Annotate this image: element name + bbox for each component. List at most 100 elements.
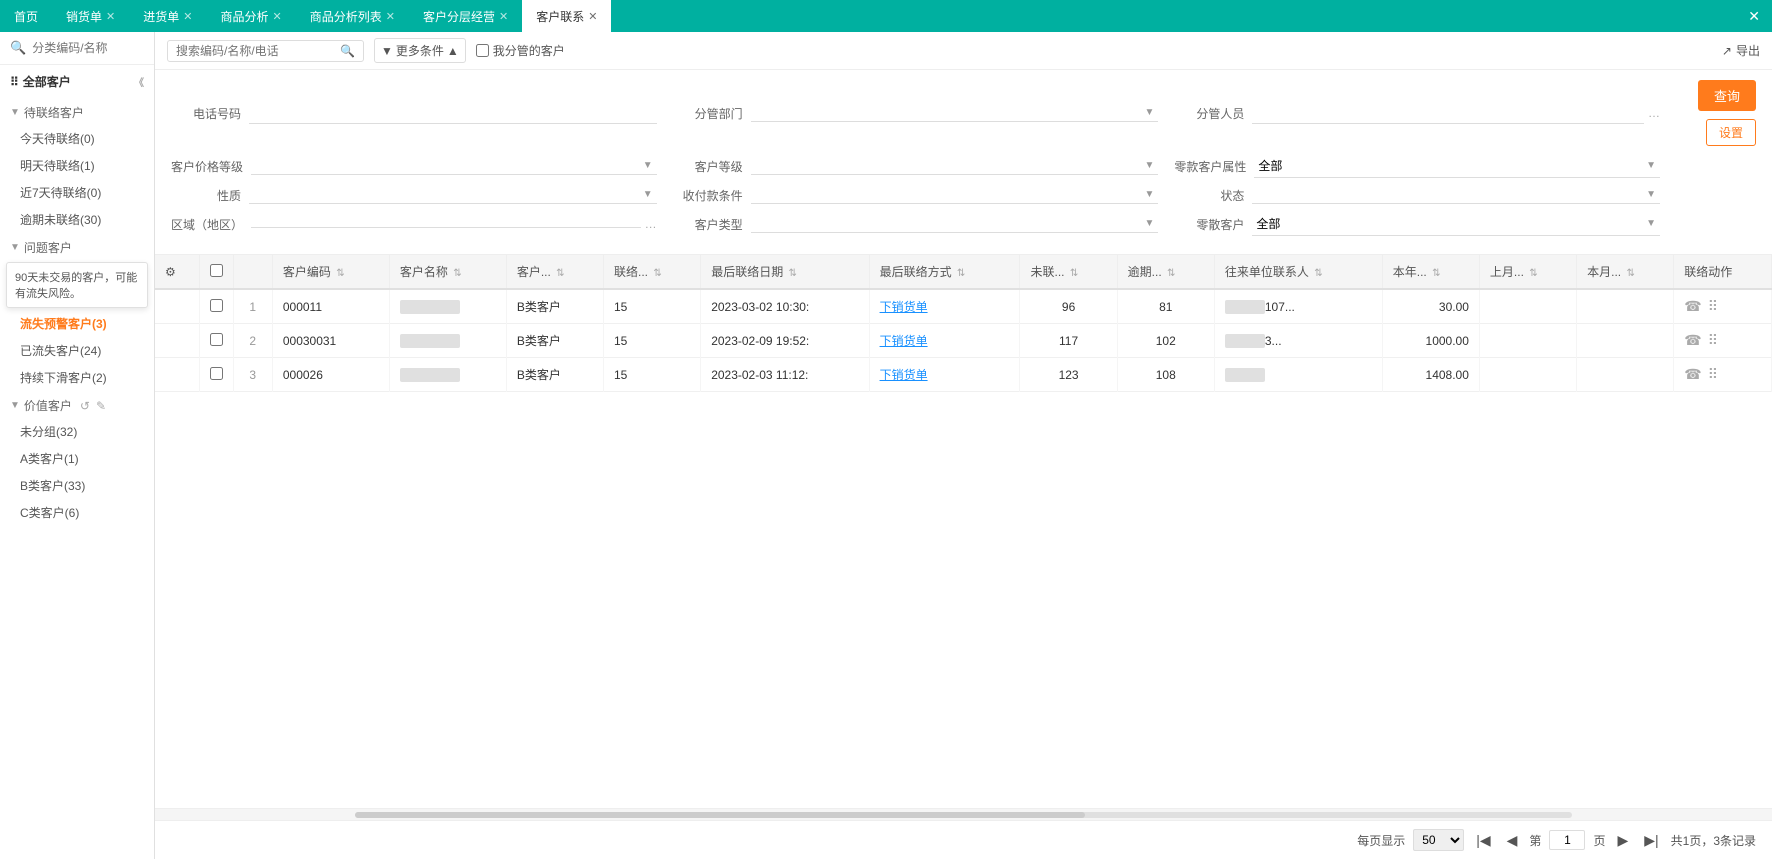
sidebar-item-tomorrow[interactable]: 明天待联络(1) xyxy=(0,152,154,179)
zero-purchase-dropdown[interactable]: 全部 ▼ xyxy=(1254,154,1660,178)
settings-button[interactable]: 设置 xyxy=(1706,119,1756,146)
prev-page-btn[interactable]: ◀ xyxy=(1503,832,1522,849)
filter-my-customer[interactable]: 我分管的客户 xyxy=(476,42,565,59)
page-input[interactable] xyxy=(1549,830,1585,850)
sidebar-item-7days[interactable]: 近7天待联络(0) xyxy=(0,179,154,206)
edit-icon[interactable]: ✎ xyxy=(96,399,106,413)
col-last-month[interactable]: 上月... ⇅ xyxy=(1479,255,1576,289)
row-action-more[interactable]: ⠿ xyxy=(1708,332,1718,349)
col-type[interactable]: 客户... ⇅ xyxy=(506,255,603,289)
col-settings[interactable]: ⚙ xyxy=(155,255,199,289)
sidebar-item-overdue[interactable]: 逾期未联络(30) xyxy=(0,206,154,233)
gender-dropdown[interactable]: ▼ xyxy=(249,186,657,204)
col-overdue[interactable]: 逾期... ⇅ xyxy=(1117,255,1214,289)
tab-sales-order[interactable]: 销货单 ✕ xyxy=(52,0,129,32)
tab-product-analysis-list[interactable]: 商品分析列表 ✕ xyxy=(296,0,409,32)
tab-bar: 首页 销货单 ✕ 进货单 ✕ 商品分析 ✕ 商品分析列表 ✕ 客户分层经营 ✕ … xyxy=(0,0,1772,32)
my-customer-checkbox[interactable] xyxy=(476,44,489,57)
row-action-more[interactable]: ⠿ xyxy=(1708,366,1718,383)
sidebar-item-declining[interactable]: 持续下滑客户(2) xyxy=(0,364,154,391)
col-this-year[interactable]: 本年... ⇅ xyxy=(1382,255,1479,289)
row-action-contact[interactable]: ☎ xyxy=(1684,366,1701,383)
region-more[interactable]: … xyxy=(645,217,657,231)
section-pending-contact[interactable]: ▼ 待联络客户 xyxy=(0,98,154,125)
next-page-btn[interactable]: ▶ xyxy=(1613,832,1632,849)
tab-customer-contact[interactable]: 客户联系 ✕ xyxy=(522,0,611,32)
sidebar-item-a-class[interactable]: A类客户(1) xyxy=(0,445,154,472)
section-problem-customer[interactable]: ▼ 问题客户 xyxy=(0,233,154,260)
sidebar-item-b-class[interactable]: B类客户(33) xyxy=(0,472,154,499)
row-last-month xyxy=(1479,289,1576,324)
col-name[interactable]: 客户名称 ⇅ xyxy=(389,255,506,289)
close-tab-product-analysis-list[interactable]: ✕ xyxy=(386,10,395,23)
close-tab-purchase-order[interactable]: ✕ xyxy=(183,10,192,23)
status-dropdown[interactable]: ▼ xyxy=(1252,186,1660,204)
row-action: ☎ ⠿ xyxy=(1674,289,1772,324)
col-select-all[interactable] xyxy=(199,255,233,289)
refresh-icon[interactable]: ↺ xyxy=(80,399,90,413)
row-last-contact-way[interactable]: 下销货单 xyxy=(869,324,1020,358)
sidebar-item-c-class[interactable]: C类客户(6) xyxy=(0,499,154,526)
tab-home[interactable]: 首页 xyxy=(0,0,52,32)
customer-type-arrow: ▼ xyxy=(1144,218,1154,229)
col-last-contact-date[interactable]: 最后联络日期 ⇅ xyxy=(701,255,869,289)
last-page-btn[interactable]: ▶| xyxy=(1640,832,1662,849)
scrollbar-track[interactable] xyxy=(355,812,1572,818)
zero-customer-dropdown[interactable]: 全部 ▼ xyxy=(1252,212,1660,236)
col-contact[interactable]: 联络... ⇅ xyxy=(604,255,701,289)
tab-product-analysis[interactable]: 商品分析 ✕ xyxy=(206,0,295,32)
phone-input[interactable] xyxy=(249,103,657,124)
sidebar-item-today[interactable]: 今天待联络(0) xyxy=(0,125,154,152)
filter-search-input[interactable] xyxy=(176,44,336,58)
dept-dropdown[interactable]: ▼ xyxy=(751,104,1159,122)
row-checkbox[interactable] xyxy=(199,324,233,358)
region-dropdown[interactable] xyxy=(251,221,641,228)
sidebar-item-churn-warning[interactable]: 流失预警客户(3) xyxy=(0,310,154,337)
col-unit-contact[interactable]: 往来单位联系人 ⇅ xyxy=(1214,255,1382,289)
close-tab-customer-segmentation[interactable]: ✕ xyxy=(499,10,508,23)
first-page-btn[interactable]: |◀ xyxy=(1472,832,1494,849)
row-last-contact-date: 2023-02-09 19:52: xyxy=(701,324,869,358)
sidebar-all-customers[interactable]: ⠿ 全部客户 《 xyxy=(0,65,154,98)
row-checkbox[interactable] xyxy=(199,289,233,324)
row-action-contact[interactable]: ☎ xyxy=(1684,298,1701,315)
close-tab-product-analysis[interactable]: ✕ xyxy=(273,10,282,23)
col-this-month[interactable]: 本月... ⇅ xyxy=(1577,255,1674,289)
row-overdue: 81 xyxy=(1117,289,1214,324)
sidebar-search-input[interactable] xyxy=(32,41,155,55)
close-all-tabs[interactable]: ✕ xyxy=(1736,8,1772,25)
sidebar-item-churned[interactable]: 已流失客户(24) xyxy=(0,337,154,364)
row-last-contact-way[interactable]: 下销货单 xyxy=(869,289,1020,324)
horizontal-scrollbar[interactable] xyxy=(155,808,1772,820)
manager-more[interactable]: … xyxy=(1648,106,1660,120)
close-tab-customer-contact[interactable]: ✕ xyxy=(588,10,597,23)
sidebar-item-ungrouped[interactable]: 未分组(32) xyxy=(0,418,154,445)
filter-more-conditions[interactable]: ▼ 更多条件 ▲ xyxy=(374,38,466,63)
row-code: 00030031 xyxy=(272,324,389,358)
filter-row-1: 电话号码 分管部门 ▼ 分管人员 … xyxy=(171,80,1756,146)
row-checkbox[interactable] xyxy=(199,358,233,392)
row-last-contact-way[interactable]: 下销货单 xyxy=(869,358,1020,392)
filter-search-icon[interactable]: 🔍 xyxy=(340,44,355,58)
section-value-customer[interactable]: ▼ 价值客户 ↺ ✎ xyxy=(0,391,154,418)
row-action-contact[interactable]: ☎ xyxy=(1684,332,1701,349)
col-code[interactable]: 客户编码 ⇅ xyxy=(272,255,389,289)
tab-purchase-order[interactable]: 进货单 ✕ xyxy=(129,0,206,32)
manager-input[interactable] xyxy=(1252,103,1644,124)
scrollbar-thumb[interactable] xyxy=(355,812,1085,818)
close-tab-sales-order[interactable]: ✕ xyxy=(106,10,115,23)
export-button[interactable]: ↗ 导出 xyxy=(1722,42,1760,59)
tab-customer-segmentation[interactable]: 客户分层经营 ✕ xyxy=(409,0,522,32)
row-action-more[interactable]: ⠿ xyxy=(1708,298,1718,315)
query-button[interactable]: 查询 xyxy=(1698,80,1756,111)
pagination: 每页显示 50 100 |◀ ◀ 第 页 ▶ ▶| 共1页，3条记录 xyxy=(155,820,1772,859)
per-page-select[interactable]: 50 100 xyxy=(1413,829,1464,851)
customer-type-dropdown[interactable]: ▼ xyxy=(751,215,1159,233)
customer-level-dropdown[interactable]: ▼ xyxy=(751,157,1159,175)
select-all-checkbox[interactable] xyxy=(210,264,223,277)
col-last-contact-way[interactable]: 最后联络方式 ⇅ xyxy=(869,255,1020,289)
col-not-contact[interactable]: 未联... ⇅ xyxy=(1020,255,1117,289)
price-level-dropdown[interactable]: ▼ xyxy=(251,157,657,175)
payment-dropdown[interactable]: ▼ xyxy=(751,186,1159,204)
dept-dropdown-arrow: ▼ xyxy=(1144,107,1154,118)
